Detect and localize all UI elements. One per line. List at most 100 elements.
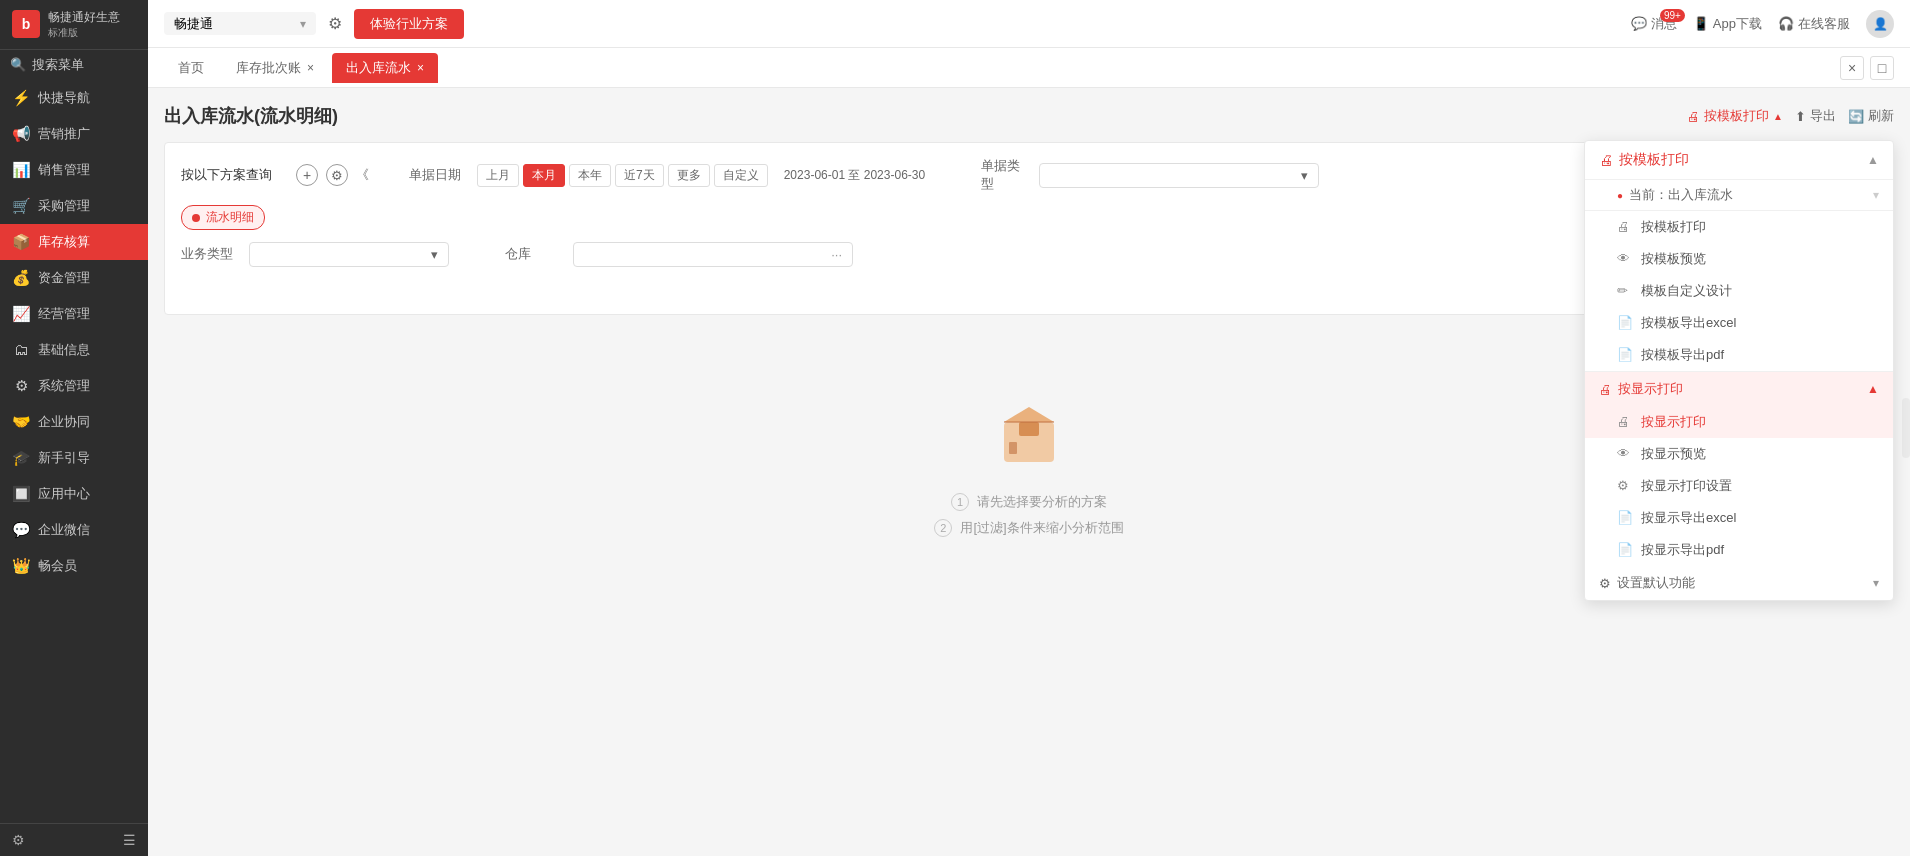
print-item-icon: 🖨 xyxy=(1617,219,1633,235)
industry-solution-button[interactable]: 体验行业方案 xyxy=(354,9,464,39)
pdf-item-icon: 📄 xyxy=(1617,347,1633,363)
sidebar-item-wechat[interactable]: 💬 企业微信 xyxy=(0,512,148,548)
tabs-bar: 首页 库存批次账 × 出入库流水 × × □ xyxy=(148,48,1910,88)
sidebar-logo: b 畅捷通好生意 标准版 xyxy=(0,0,148,50)
date-btn-this-year[interactable]: 本年 xyxy=(569,164,611,187)
wechat-icon: 💬 xyxy=(12,521,30,539)
dropdown-section-2-header[interactable]: 🖨 按显示打印 ▲ xyxy=(1585,372,1893,406)
dropdown-item-template-export-excel[interactable]: 📄 按模板导出excel xyxy=(1585,307,1893,339)
sidebar-item-marketing[interactable]: 📢 营销推广 xyxy=(0,116,148,152)
dropdown-title: 🖨 按模板打印 xyxy=(1599,151,1689,169)
tab-flow-detail-close[interactable]: × xyxy=(417,61,424,75)
export-button[interactable]: ⬆ 导出 xyxy=(1795,107,1836,125)
dropdown-item-template-print[interactable]: 🖨 按模板打印 xyxy=(1585,211,1893,243)
tab-batch-account-label: 库存批次账 xyxy=(236,59,301,77)
member-icon: 👑 xyxy=(12,557,30,575)
topbar-search-wrap[interactable]: ▾ xyxy=(164,12,316,35)
display-preview-icon: 👁 xyxy=(1617,446,1633,462)
doc-type-label: 单据类型 xyxy=(981,157,1031,193)
tab-maximize-button[interactable]: □ xyxy=(1870,56,1894,80)
page-title: 出入库流水(流水明细) xyxy=(164,104,338,128)
dropdown-item-display-export-excel[interactable]: 📄 按显示导出excel xyxy=(1585,502,1893,534)
app-download-label: App下载 xyxy=(1713,15,1762,33)
tab-close-page-button[interactable]: × xyxy=(1840,56,1864,80)
sidebar-item-finance[interactable]: 💰 资金管理 xyxy=(0,260,148,296)
filter-query-label: 按以下方案查询 xyxy=(181,166,272,184)
filter-controls: + ⚙ 《 xyxy=(296,164,369,186)
system-icon: ⚙ xyxy=(12,377,30,395)
filter-add-button[interactable]: + xyxy=(296,164,318,186)
message-button[interactable]: 💬 消息 99+ xyxy=(1631,15,1677,33)
tab-home[interactable]: 首页 xyxy=(164,53,218,83)
empty-step-1: 1 请先选择要分析的方案 xyxy=(951,493,1107,511)
app-brand: 畅捷通好生意 标准版 xyxy=(48,10,120,39)
dropdown-chevron-up[interactable]: ▲ xyxy=(1867,153,1879,167)
date-btn-custom[interactable]: 自定义 xyxy=(714,164,768,187)
sidebar-item-inventory[interactable]: 📦 库存核算 xyxy=(0,224,148,260)
date-btn-7days[interactable]: 近7天 xyxy=(615,164,664,187)
print-icon-dropdown: 🖨 xyxy=(1599,152,1613,168)
app-download-button[interactable]: 📱 App下载 xyxy=(1693,15,1762,33)
sidebar-item-system[interactable]: ⚙ 系统管理 xyxy=(0,368,148,404)
sidebar-item-member[interactable]: 👑 畅会员 xyxy=(0,548,148,584)
dropdown-current: ● 当前：出入库流水 xyxy=(1617,186,1733,204)
date-btn-more[interactable]: 更多 xyxy=(668,164,710,187)
sidebar-item-collab[interactable]: 🤝 企业协同 xyxy=(0,404,148,440)
tab-flow-detail-label: 出入库流水 xyxy=(346,59,411,77)
sidebar-item-purchase[interactable]: 🛒 采购管理 xyxy=(0,188,148,224)
topbar-search-input[interactable] xyxy=(174,16,294,31)
sidebar-item-basic-info[interactable]: 🗂 基础信息 xyxy=(0,332,148,368)
empty-box-svg xyxy=(984,387,1074,477)
tab-batch-account[interactable]: 库存批次账 × xyxy=(222,53,328,83)
topbar-gear-icon[interactable]: ⚙ xyxy=(328,14,342,33)
sidebar-item-quick-nav[interactable]: ⚡ 快捷导航 xyxy=(0,80,148,116)
chevron-down-icon: ▾ xyxy=(431,247,438,262)
dropdown-item-display-print-settings[interactable]: ⚙ 按显示打印设置 xyxy=(1585,470,1893,502)
sidebar-item-app-center[interactable]: 🔲 应用中心 xyxy=(0,476,148,512)
tab-flow-detail[interactable]: 出入库流水 × xyxy=(332,53,438,83)
business-type-label: 业务类型 xyxy=(181,245,241,263)
display-print-icon: 🖨 xyxy=(1617,414,1633,430)
template-print-dropdown: 🖨 按模板打印 ▲ ● 当前：出入库流水 ▾ 🖨 按模板打印 👁 按模板预览 xyxy=(1584,140,1894,601)
business-type-select[interactable]: ▾ xyxy=(249,242,449,267)
warehouse-select[interactable]: ··· xyxy=(573,242,853,267)
print-icon: 🖨 xyxy=(1687,109,1700,124)
refresh-button[interactable]: 🔄 刷新 xyxy=(1848,107,1894,125)
excel-item-icon: 📄 xyxy=(1617,315,1633,331)
dropdown-item-template-export-pdf[interactable]: 📄 按模板导出pdf xyxy=(1585,339,1893,371)
template-print-button[interactable]: 🖨 按模板打印 ▲ xyxy=(1687,107,1783,125)
sidebar-gear-button[interactable]: ⚙ xyxy=(12,832,25,848)
date-label: 单据日期 xyxy=(409,166,469,184)
avatar[interactable]: 👤 xyxy=(1866,10,1894,38)
dropdown-item-display-preview[interactable]: 👁 按显示预览 xyxy=(1585,438,1893,470)
filter-collapse-button[interactable]: 《 xyxy=(356,166,369,184)
date-btn-last-month[interactable]: 上月 xyxy=(477,164,519,187)
sidebar-item-operations[interactable]: 📈 经营管理 xyxy=(0,296,148,332)
warehouse-more-icon: ··· xyxy=(831,247,842,262)
online-service-button[interactable]: 🎧 在线客服 xyxy=(1778,15,1850,33)
date-btn-this-month[interactable]: 本月 xyxy=(523,164,565,187)
dropdown-item-display-print[interactable]: 🖨 按显示打印 xyxy=(1585,406,1893,438)
svg-rect-2 xyxy=(1019,422,1039,436)
filter-cog-button[interactable]: ⚙ xyxy=(326,164,348,186)
date-filter-group: 单据日期 上月 本月 本年 近7天 更多 自定义 2023-06-01 至 20… xyxy=(409,164,925,187)
tab-batch-account-close[interactable]: × xyxy=(307,61,314,75)
chevron-down-icon: ▾ xyxy=(300,17,306,31)
flow-detail-tag[interactable]: 流水明细 xyxy=(181,205,265,230)
basic-info-icon: 🗂 xyxy=(12,341,30,359)
sidebar-item-sales[interactable]: 📊 销售管理 xyxy=(0,152,148,188)
preview-item-icon: 👁 xyxy=(1617,251,1633,267)
dropdown-item-template-design[interactable]: ✏ 模板自定义设计 xyxy=(1585,275,1893,307)
sidebar-item-beginner[interactable]: 🎓 新手引导 xyxy=(0,440,148,476)
sidebar-item-search[interactable]: 🔍 搜索菜单 xyxy=(0,50,148,80)
dropdown-footer[interactable]: ⚙ 设置默认功能 ▾ xyxy=(1585,566,1893,600)
step-number-2: 2 xyxy=(934,519,952,537)
doc-type-select[interactable]: ▾ xyxy=(1039,163,1319,188)
close-page-icon: × xyxy=(1848,60,1856,76)
quick-nav-icon: ⚡ xyxy=(12,89,30,107)
dropdown-item-template-preview[interactable]: 👁 按模板预览 xyxy=(1585,243,1893,275)
tag-dot xyxy=(192,214,200,222)
sidebar-menu-toggle-button[interactable]: ☰ xyxy=(123,832,136,848)
dropdown-item-display-export-pdf[interactable]: 📄 按显示导出pdf xyxy=(1585,534,1893,566)
dropdown-current-chevron: ▾ xyxy=(1873,188,1879,202)
